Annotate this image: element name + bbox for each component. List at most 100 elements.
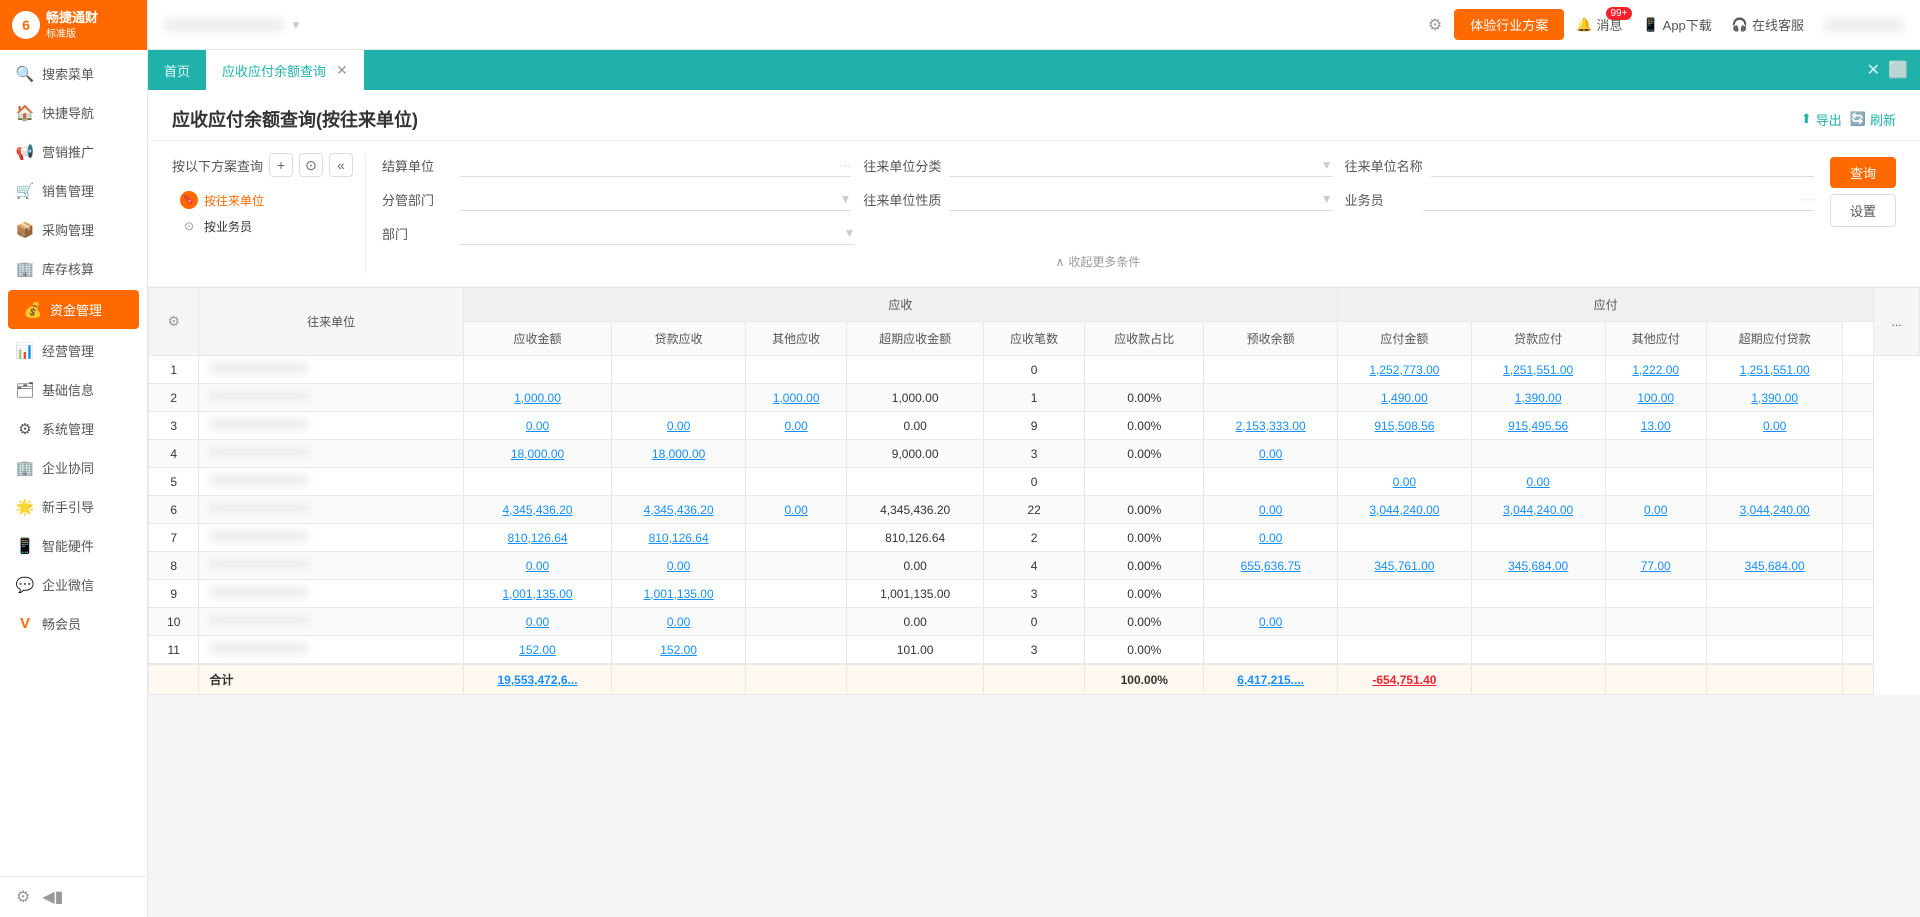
sidebar-item-enterprise[interactable]: 🏢 企业协同: [0, 448, 147, 487]
collapse-icon[interactable]: ◀▮: [42, 887, 63, 907]
vip-icon: V: [16, 615, 34, 633]
hardware-icon: 📱: [16, 537, 34, 555]
sidebar-item-basic[interactable]: 🗂 基础信息: [0, 370, 147, 409]
enterprise-icon: 🏢: [16, 459, 34, 477]
add-scheme-btn[interactable]: +: [269, 153, 293, 177]
footer-ar-amount[interactable]: 19,553,472,6...: [463, 664, 611, 695]
settlement-unit-ellipsis[interactable]: ···: [839, 158, 851, 172]
sidebar-item-purchase[interactable]: 📦 采购管理: [0, 210, 147, 249]
tab-close-window-icon[interactable]: ✕: [1867, 60, 1880, 80]
collapse-more-btn[interactable]: ∧ 收起更多条件: [382, 249, 1814, 274]
footer-ap-amount[interactable]: -654,751.40: [1338, 664, 1472, 695]
tab-maximize-icon[interactable]: ⬜: [1888, 60, 1908, 80]
dept-manager-input[interactable]: [460, 187, 839, 210]
tab-query[interactable]: 应收应付余额查询 ✕: [206, 50, 364, 90]
table-row: 30.000.000.000.0090.00%2,153,333.00915,5…: [149, 412, 1920, 440]
filter-unit-name: 往来单位名称: [1345, 153, 1814, 177]
app-download-button[interactable]: 📱 App下载: [1642, 15, 1711, 34]
unit-category-input[interactable]: [949, 153, 1320, 176]
sidebar-item-inventory[interactable]: 🏢 库存核算: [0, 249, 147, 288]
footer-ar-count: [983, 664, 1084, 695]
content-area: 应收应付余额查询(按往来单位) ⬆ 导出 🔄 刷新: [148, 90, 1920, 917]
sidebar-item-finance[interactable]: 💰 资金管理: [8, 290, 139, 329]
phone-icon: 📱: [1642, 17, 1658, 33]
tab-close-icon[interactable]: ✕: [336, 62, 348, 79]
page: 应收应付余额查询(按往来单位) ⬆ 导出 🔄 刷新: [148, 90, 1920, 695]
footer-prepaid[interactable]: 6,417,215....: [1204, 664, 1338, 695]
table-row: 418,000.0018,000.009,000.0030.00%0.00: [149, 440, 1920, 468]
table-row: 500.000.00: [149, 468, 1920, 496]
salesman-ellipsis[interactable]: ···: [1802, 192, 1814, 206]
filter-unit-nature: 往来单位性质 ▼: [863, 187, 1332, 211]
more-scheme-btn[interactable]: «: [329, 153, 353, 177]
sidebar-item-vip[interactable]: V 畅会员: [0, 604, 147, 643]
topbar-breadcrumb: ▼: [164, 18, 1416, 32]
search-icon: 🔍: [16, 65, 34, 83]
filter-settlement-unit: 结算单位 ···: [382, 153, 851, 177]
th-ar-overdue: 超期应收金额: [847, 322, 984, 356]
dept-arrow[interactable]: ▼: [843, 226, 855, 240]
unit-nature-input[interactable]: [949, 187, 1320, 210]
scheme-salesman-icon: ⊙: [180, 217, 198, 235]
user-avatar-area[interactable]: [1824, 18, 1904, 32]
message-button[interactable]: 🔔 消息 99+: [1576, 15, 1622, 34]
th-ap-more: ...: [1874, 288, 1920, 356]
tab-home[interactable]: 首页: [148, 50, 206, 90]
th-settings[interactable]: ⚙: [149, 288, 199, 356]
sidebar-item-quicknav[interactable]: 🏠 快捷导航: [0, 93, 147, 132]
footer-seq: [149, 664, 199, 695]
scheme-by-unit[interactable]: 🔖 按往来单位: [172, 187, 353, 213]
data-table: ⚙ 往来单位 应收 应付 ... 应收金额 贷款应收 其他应收 超期应收金额 应…: [148, 287, 1920, 695]
export-icon: ⬆: [1801, 111, 1812, 127]
settlement-unit-input[interactable]: [460, 153, 839, 176]
topbar-settings-icon[interactable]: ⚙: [1428, 15, 1442, 35]
scheme-by-salesman[interactable]: ⊙ 按业务员: [172, 213, 353, 239]
th-ar-group: 应收: [463, 288, 1337, 322]
sidebar-logo: 6 畅捷通财 标准版: [0, 0, 147, 50]
sidebar-item-search[interactable]: 🔍 搜索菜单: [0, 54, 147, 93]
footer-ar-ratio: 100.00%: [1085, 664, 1204, 695]
operations-icon: 📊: [16, 342, 34, 360]
sidebar-item-hardware[interactable]: 📱 智能硬件: [0, 526, 147, 565]
bell-icon: 🔔: [1576, 17, 1592, 33]
dept-input[interactable]: [460, 221, 843, 244]
sidebar-item-marketing[interactable]: 📢 营销推广: [0, 132, 147, 171]
sidebar-item-guide[interactable]: 🌟 新手引导: [0, 487, 147, 526]
salesman-input[interactable]: [1423, 187, 1802, 210]
online-service-button[interactable]: 🎧 在线客服: [1732, 15, 1804, 34]
footer-label: 合计: [199, 664, 463, 695]
export-button[interactable]: ⬆ 导出: [1801, 110, 1842, 129]
settings-button[interactable]: 设置: [1830, 194, 1896, 227]
scheme-unit-icon: 🔖: [180, 191, 198, 209]
sidebar-item-operations[interactable]: 📊 经营管理: [0, 331, 147, 370]
edit-scheme-btn[interactable]: ⊙: [299, 153, 323, 177]
table-footer: 合计 19,553,472,6... 100.00% 6,417,215....…: [149, 664, 1920, 695]
footer-ap-other: [1605, 664, 1706, 695]
settings-bottom-icon[interactable]: ⚙: [16, 887, 30, 907]
sidebar-item-wechat[interactable]: 💬 企业微信: [0, 565, 147, 604]
refresh-button[interactable]: 🔄 刷新: [1850, 110, 1896, 129]
marketing-icon: 📢: [16, 143, 34, 161]
username-blurred: [1824, 18, 1904, 32]
table-row: 7810,126.64810,126.64810,126.6420.00%0.0…: [149, 524, 1920, 552]
th-ap-group: 应付: [1338, 288, 1874, 322]
query-button[interactable]: 查询: [1830, 157, 1896, 188]
sidebar: 6 畅捷通财 标准版 🔍 搜索菜单 🏠 快捷导航 📢 营销推广 🛒 销售管理 📦…: [0, 0, 148, 917]
unit-nature-arrow[interactable]: ▼: [1321, 192, 1333, 206]
filter-dept: 部门 ▼: [382, 221, 855, 245]
refresh-icon: 🔄: [1850, 111, 1866, 127]
inventory-icon: 🏢: [16, 260, 34, 278]
footer-ar-other: [745, 664, 846, 695]
table-row: 101,252,773.001,251,551.001,222.001,251,…: [149, 356, 1920, 384]
th-ar-amount: 应收金额: [463, 322, 611, 356]
filter-fields: 结算单位 ··· 往来单位分类 ▼: [382, 153, 1814, 274]
sidebar-bottom: ⚙ ◀▮: [0, 876, 147, 917]
tabbar-right: ✕ ⬜: [1867, 50, 1920, 90]
promo-button[interactable]: 体验行业方案: [1454, 9, 1564, 40]
dept-manager-arrow[interactable]: ▼: [839, 192, 851, 206]
unit-name-input[interactable]: [1431, 153, 1814, 176]
unit-category-arrow[interactable]: ▼: [1321, 158, 1333, 172]
sidebar-item-system[interactable]: ⚙ 系统管理: [0, 409, 147, 448]
sidebar-item-sales[interactable]: 🛒 销售管理: [0, 171, 147, 210]
breadcrumb-arrow: ▼: [290, 18, 302, 32]
